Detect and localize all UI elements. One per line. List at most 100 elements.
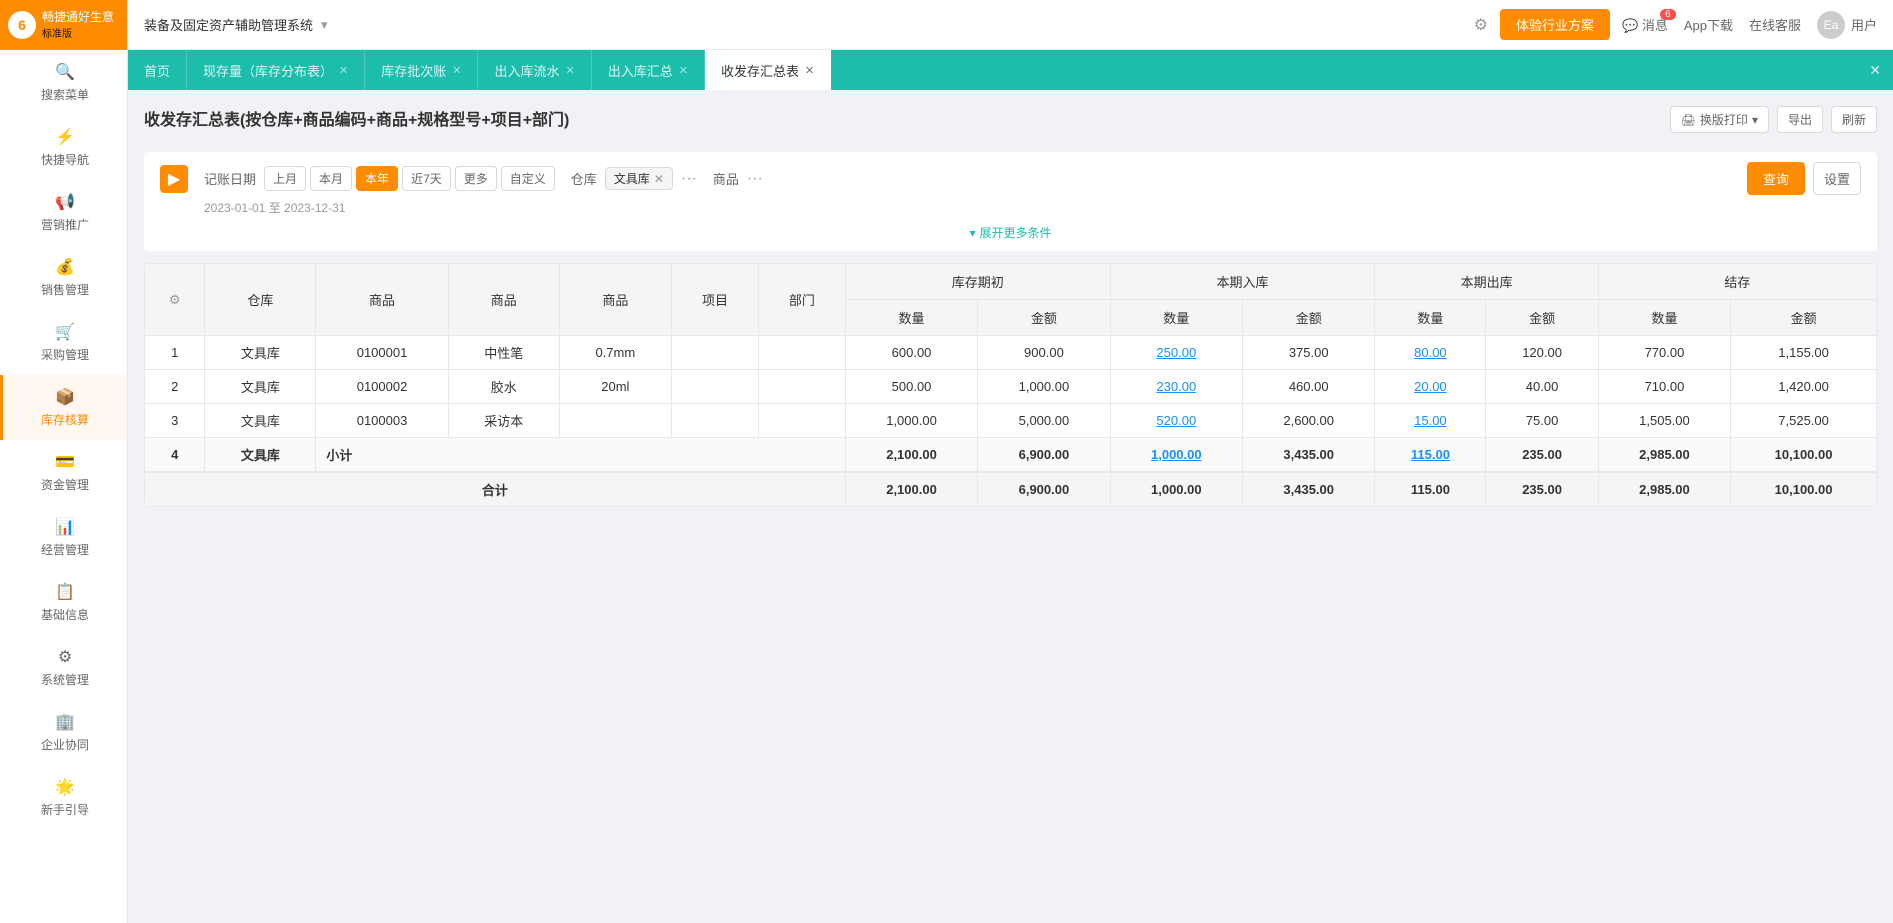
date-option-上月[interactable]: 上月 — [264, 166, 306, 191]
sidebar-item-purchase[interactable]: 🛒采购管理 — [0, 310, 127, 375]
marketing-icon: 📢 — [55, 192, 75, 212]
th-bal-qty: 数量 — [1598, 300, 1730, 336]
cell-bal-qty: 770.00 — [1598, 336, 1730, 370]
quick-nav-icon: ⚡ — [55, 127, 75, 147]
date-label: 记账日期 — [204, 169, 256, 188]
subtotal-in-qty[interactable]: 1,000.00 — [1110, 438, 1242, 473]
cell-code: 0100001 — [316, 336, 448, 370]
date-option-更多[interactable]: 更多 — [455, 166, 497, 191]
sidebar-item-guide[interactable]: 🌟新手引导 — [0, 765, 127, 830]
cell-out-qty[interactable]: 80.00 — [1375, 336, 1486, 370]
tab-close-icon[interactable]: ✕ — [805, 64, 814, 77]
sidebar-item-sales[interactable]: 💰销售管理 — [0, 245, 127, 310]
th-project: 项目 — [671, 264, 758, 336]
total-in-amt: 3,435.00 — [1243, 472, 1375, 507]
user-area[interactable]: Ea 用户 — [1817, 11, 1877, 39]
tab-label: 首页 — [144, 61, 170, 80]
filter-toggle-button[interactable]: ▶ — [160, 165, 188, 193]
tab-in-out-flow[interactable]: 出入库流水 ✕ — [478, 50, 591, 90]
trial-button[interactable]: 体验行业方案 — [1500, 9, 1610, 40]
page-title: 收发存汇总表(按仓库+商品编码+商品+规格型号+项目+部门) — [144, 106, 569, 130]
cell-init-qty: 500.00 — [845, 370, 977, 404]
online-service-link[interactable]: 在线客服 — [1749, 15, 1801, 34]
cell-in-amt: 2,600.00 — [1243, 404, 1375, 438]
print-button[interactable]: 🖨 换版打印 ▾ — [1670, 106, 1769, 133]
tab-label: 库存批次账 — [381, 61, 446, 80]
cell-out-qty[interactable]: 15.00 — [1375, 404, 1486, 438]
subtotal-out-qty[interactable]: 115.00 — [1375, 438, 1486, 473]
base-info-icon: 📋 — [55, 582, 75, 602]
th-out-amt: 金额 — [1486, 300, 1598, 336]
subtotal-init-amt: 6,900.00 — [978, 438, 1110, 473]
refresh-button[interactable]: 刷新 — [1831, 106, 1877, 133]
tab-batch-ledger[interactable]: 库存批次账 ✕ — [365, 50, 478, 90]
user-label: 用户 — [1851, 15, 1877, 34]
tab-home[interactable]: 首页 — [128, 50, 187, 90]
sales-icon: 💰 — [55, 257, 75, 277]
total-bal-qty: 2,985.00 — [1598, 472, 1730, 507]
warehouse-tag[interactable]: 文具库 ✕ — [605, 167, 673, 190]
avatar: Ea — [1817, 11, 1845, 39]
warehouse-label: 仓库 — [571, 169, 597, 188]
total-init-amt: 6,900.00 — [978, 472, 1110, 507]
sidebar-item-marketing[interactable]: 📢营销推广 — [0, 180, 127, 245]
tab-close-icon[interactable]: ✕ — [452, 64, 461, 77]
expand-conditions-button[interactable]: ▾ 展开更多条件 — [969, 224, 1051, 241]
query-button[interactable]: 查询 — [1747, 162, 1805, 195]
th-name: 商品 — [448, 264, 559, 336]
cell-project — [671, 404, 758, 438]
cell-out-amt: 120.00 — [1486, 336, 1598, 370]
sidebar-item-label: 经营管理 — [41, 541, 89, 558]
messages-label: 消息 — [1642, 18, 1668, 33]
date-filter-field: 记账日期 上月本月本年近7天更多自定义 — [204, 166, 555, 191]
settings-button[interactable]: 设置 — [1813, 162, 1861, 195]
sidebar-item-inventory[interactable]: 📦库存核算 — [0, 375, 127, 440]
table-row: 1 文具库 0100001 中性笔 0.7mm 600.00 900.00 25… — [145, 336, 1877, 370]
total-label: 合计 — [145, 472, 846, 507]
date-option-自定义[interactable]: 自定义 — [501, 166, 555, 191]
sidebar-item-base-info[interactable]: 📋 基础信息 — [0, 570, 127, 635]
total-out-qty: 115.00 — [1375, 472, 1486, 507]
cell-init-amt: 900.00 — [978, 336, 1110, 370]
sidebar-item-search[interactable]: 🔍搜索菜单 — [0, 50, 127, 115]
search-icon: 🔍 — [55, 62, 75, 82]
cell-in-qty[interactable]: 230.00 — [1110, 370, 1242, 404]
th-settings[interactable]: ⚙ — [145, 264, 205, 336]
goods-more-icon[interactable]: ··· — [747, 170, 763, 188]
inventory-icon: 📦 — [55, 387, 75, 407]
cell-bal-qty: 1,505.00 — [1598, 404, 1730, 438]
sidebar-item-label: 基础信息 — [41, 606, 89, 623]
date-option-本年[interactable]: 本年 — [356, 166, 398, 191]
sidebar-item-enterprise[interactable]: 🏢企业协同 — [0, 700, 127, 765]
tab-close-icon[interactable]: ✕ — [339, 64, 348, 77]
cell-out-qty[interactable]: 20.00 — [1375, 370, 1486, 404]
tab-in-out-summary[interactable]: 出入库汇总 ✕ — [592, 50, 705, 90]
tab-close-icon[interactable]: ✕ — [566, 64, 575, 77]
cell-in-qty[interactable]: 250.00 — [1110, 336, 1242, 370]
th-period-out: 本期出库 — [1375, 264, 1598, 300]
sidebar-item-operations[interactable]: 📊经营管理 — [0, 505, 127, 570]
th-in-amt: 金额 — [1243, 300, 1375, 336]
warehouse-tag-remove[interactable]: ✕ — [654, 172, 664, 186]
sidebar-item-label: 企业协同 — [41, 736, 89, 753]
warehouse-more-icon[interactable]: ··· — [681, 170, 697, 188]
date-option-近7天[interactable]: 近7天 — [402, 166, 451, 191]
tab-recv-send-summary[interactable]: 收发存汇总表 ✕ — [705, 50, 831, 90]
tab-close-icon[interactable]: ✕ — [679, 64, 688, 77]
sidebar-item-label: 资金管理 — [41, 476, 89, 493]
message-badge: 6 — [1660, 9, 1676, 20]
sidebar-item-system[interactable]: ⚙系统管理 — [0, 635, 127, 700]
tabbar-close-all[interactable]: ✕ — [1857, 62, 1893, 79]
sidebar-item-quick-nav[interactable]: ⚡快捷导航 — [0, 115, 127, 180]
messages-wrap[interactable]: 💬 6 消息 — [1622, 15, 1668, 34]
cell-in-qty[interactable]: 520.00 — [1110, 404, 1242, 438]
total-init-qty: 2,100.00 — [845, 472, 977, 507]
export-button[interactable]: 导出 — [1777, 106, 1823, 133]
gear-icon[interactable]: ⚙ — [1474, 15, 1488, 35]
app-download-link[interactable]: App下载 — [1684, 15, 1733, 34]
chevron-down-icon: ▾ — [969, 226, 975, 240]
date-option-本月[interactable]: 本月 — [310, 166, 352, 191]
tab-inventory-dist[interactable]: 现存量（库存分布表） ✕ — [187, 50, 365, 90]
sidebar-item-finance[interactable]: 💳资金管理 — [0, 440, 127, 505]
sidebar-item-label: 系统管理 — [41, 671, 89, 688]
